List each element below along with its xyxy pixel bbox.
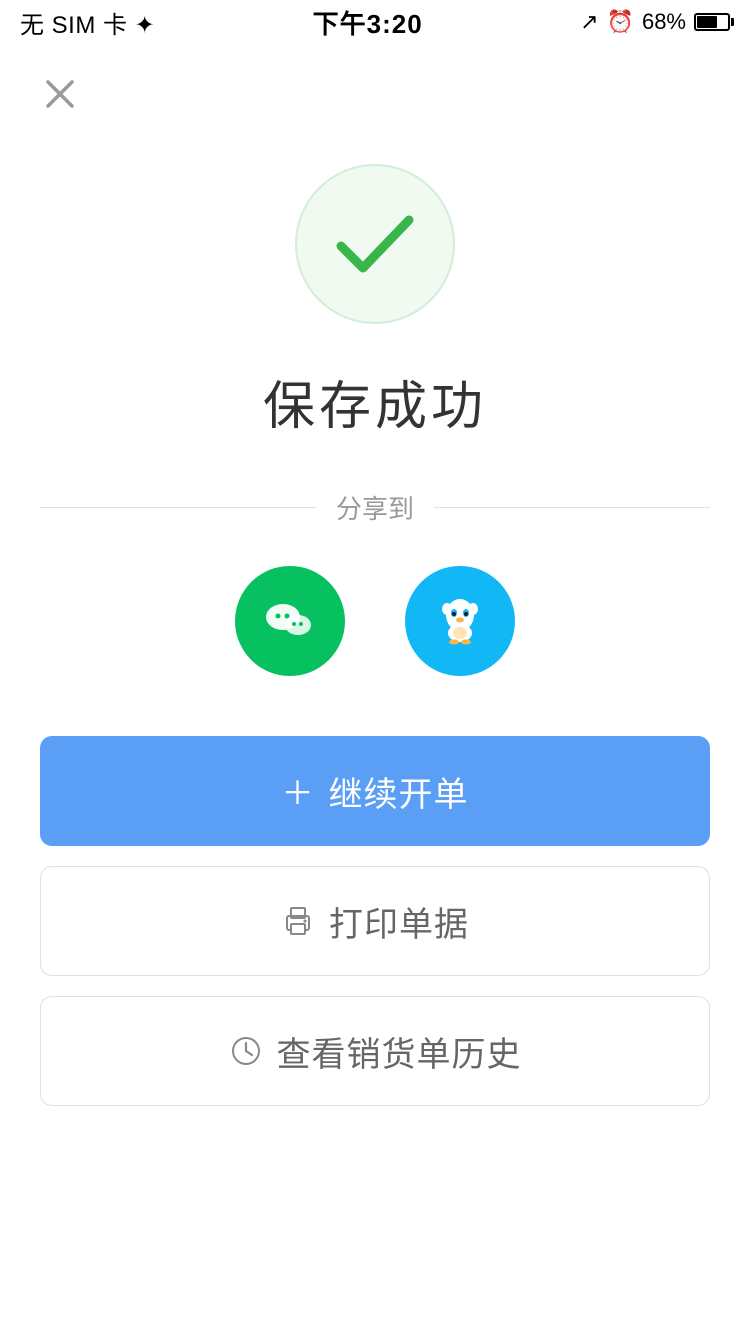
clock-icon: [229, 1034, 263, 1068]
status-bar: 无 SIM 卡 ✦ 下午3:20 ↗ ⏰ 68%: [0, 0, 750, 44]
location-icon: ↗: [580, 9, 598, 35]
print-label: 打印单据: [329, 897, 469, 946]
history-label: 查看销货单历史: [277, 1027, 522, 1076]
close-button[interactable]: [30, 64, 90, 124]
checkmark-icon: [335, 214, 415, 274]
main-content: 保存成功 分享到: [0, 144, 750, 1334]
continue-order-button[interactable]: ＋ 继续开单: [40, 736, 710, 846]
qq-icon: [430, 591, 490, 651]
success-title: 保存成功: [263, 364, 487, 439]
status-signal: 无 SIM 卡 ✦: [20, 5, 155, 40]
success-circle: [295, 164, 455, 324]
battery-icon: [694, 13, 730, 31]
status-time: 下午3:20: [313, 4, 423, 41]
history-button[interactable]: 查看销货单历史: [40, 996, 710, 1106]
divider-right: [434, 507, 710, 508]
continue-order-label: 继续开单: [329, 767, 469, 816]
printer-icon: [281, 904, 315, 938]
print-button[interactable]: 打印单据: [40, 866, 710, 976]
status-right: ↗ ⏰ 68%: [580, 9, 730, 35]
share-icons-container: [235, 566, 515, 676]
qq-share-button[interactable]: [405, 566, 515, 676]
wechat-share-button[interactable]: [235, 566, 345, 676]
wechat-icon: [260, 591, 320, 651]
share-label: 分享到: [336, 489, 414, 526]
divider-left: [40, 507, 316, 508]
share-divider: 分享到: [40, 489, 710, 526]
action-buttons: ＋ 继续开单 打印单据 查看销货单历史: [40, 736, 710, 1106]
alarm-icon: ⏰: [607, 9, 634, 35]
plus-icon: ＋: [281, 768, 314, 814]
battery-percent: 68%: [642, 9, 686, 35]
